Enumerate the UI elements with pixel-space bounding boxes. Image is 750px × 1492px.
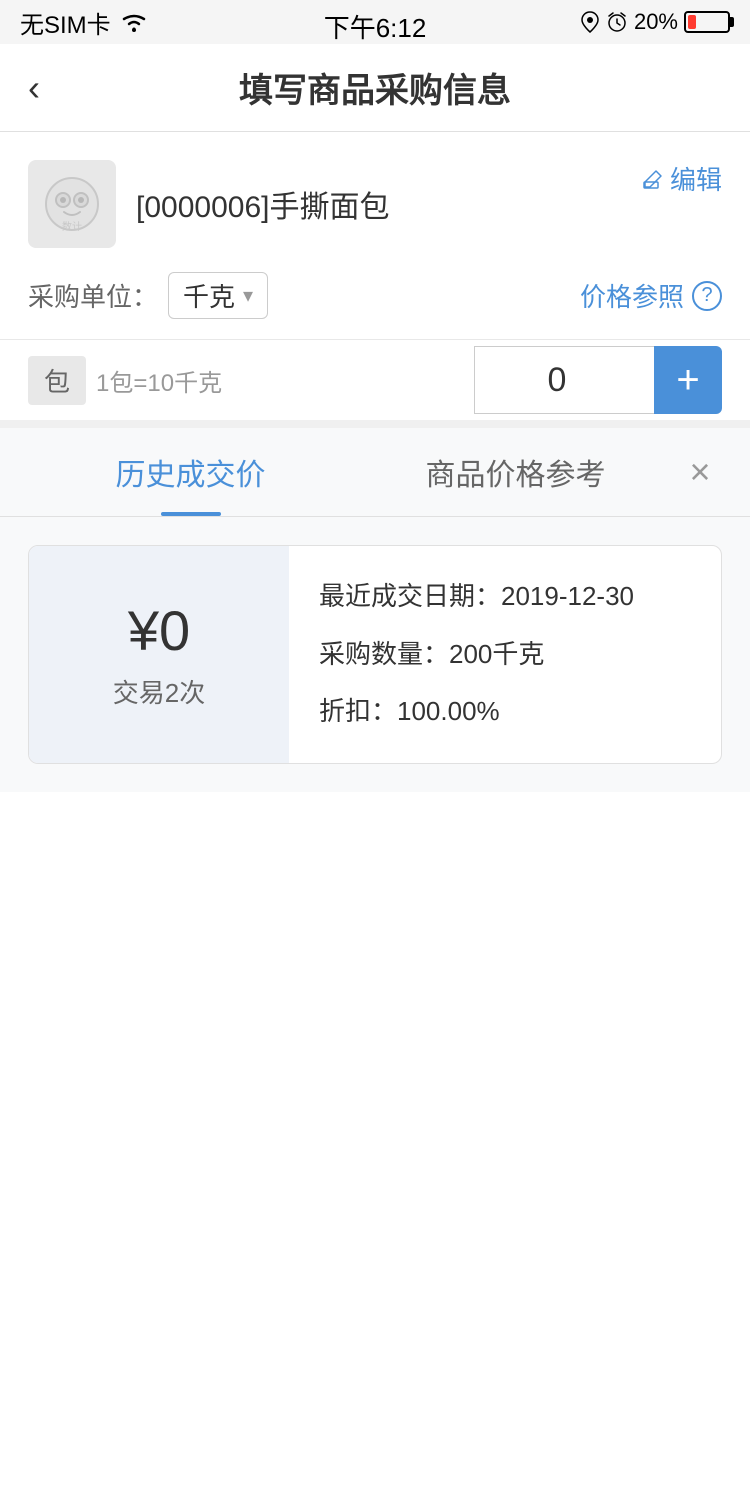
edit-button[interactable]: 编辑 (642, 160, 722, 197)
nav-bar: ‹ 填写商品采购信息 (0, 44, 750, 132)
tab-product-label: 商品价格参考 (426, 450, 606, 494)
product-left: 数计 [0000006]手撕面包 (28, 160, 389, 248)
status-right: 20% (580, 9, 730, 35)
price-discount-row: 折扣：100.00% (319, 691, 691, 733)
alarm-icon (606, 11, 628, 33)
price-amount: ¥0 (128, 598, 190, 663)
page-title: 填写商品采购信息 (239, 63, 511, 112)
location-icon (580, 11, 600, 33)
product-id: [0000006] (136, 191, 269, 224)
price-ref-label: 价格参照 (580, 277, 684, 314)
price-card-left: ¥0 交易2次 (29, 546, 289, 763)
tabs-section: 历史成交价 商品价格参考 × (0, 428, 750, 517)
price-card-right: 最近成交日期：2019-12-30 采购数量：200千克 折扣：100.00% (289, 546, 721, 763)
product-title: 手撕面包 (269, 191, 389, 224)
quantity-controls: + (474, 346, 722, 414)
price-ref-circle-icon: ? (692, 281, 722, 311)
price-value: 0 (159, 599, 190, 662)
unit-dropdown-arrow: ▾ (243, 283, 253, 308)
tab-active-indicator (161, 512, 221, 516)
bottom-space (0, 792, 750, 1492)
purchase-quantity-label: 采购数量： (319, 639, 449, 669)
product-name: [0000006]手撕面包 (136, 182, 389, 226)
unit-label: 采购单位： (28, 277, 158, 314)
wifi-icon (119, 11, 149, 33)
price-recent-date-row: 最近成交日期：2019-12-30 (319, 576, 691, 618)
tab-product-price[interactable]: 商品价格参考 (353, 428, 678, 516)
quantity-section: 包 1包=10千克 + (0, 340, 750, 428)
price-ref-button[interactable]: 价格参照 ? (580, 277, 722, 314)
back-button[interactable]: ‹ (28, 67, 40, 109)
unit-badge: 包 (28, 356, 86, 405)
unit-conversion: 1包=10千克 (96, 363, 222, 398)
currency-symbol: ¥ (128, 599, 159, 662)
unit-value: 千克 (183, 277, 235, 314)
product-unit-row: 采购单位： 千克 ▾ 价格参照 ? (28, 272, 722, 319)
discount-value: 100.00% (397, 696, 500, 726)
purchase-quantity-value: 200千克 (449, 639, 544, 669)
quantity-input[interactable] (474, 346, 654, 414)
unit-selector[interactable]: 千克 ▾ (168, 272, 268, 319)
edit-icon (642, 168, 664, 190)
status-time: 下午6:12 (324, 8, 427, 45)
status-carrier: 无SIM卡 (20, 5, 149, 40)
plus-icon: + (676, 360, 699, 400)
recent-date-label: 最近成交日期： (319, 581, 501, 611)
price-transactions: 交易2次 (113, 673, 205, 710)
discount-label: 折扣： (319, 696, 397, 726)
battery-percent: 20% (634, 9, 678, 35)
carrier-text: 无SIM卡 (20, 5, 111, 40)
unit-row-left: 采购单位： 千克 ▾ (28, 272, 268, 319)
cards-section: ¥0 交易2次 最近成交日期：2019-12-30 采购数量：200千克 折扣：… (0, 517, 750, 792)
tab-history-label: 历史成交价 (116, 450, 266, 494)
product-logo-icon: 数计 (42, 174, 102, 234)
tab-history-price[interactable]: 历史成交价 (28, 428, 353, 516)
status-bar: 无SIM卡 下午6:12 20% (0, 0, 750, 44)
battery-icon (684, 11, 730, 33)
tabs-header: 历史成交价 商品价格参考 × (0, 428, 750, 516)
quantity-plus-button[interactable]: + (654, 346, 722, 414)
price-card: ¥0 交易2次 最近成交日期：2019-12-30 采购数量：200千克 折扣：… (28, 545, 722, 764)
product-header: 数计 [0000006]手撕面包 编辑 (28, 160, 722, 248)
price-quantity-row: 采购数量：200千克 (319, 634, 691, 676)
product-thumbnail: 数计 (28, 160, 116, 248)
recent-date-value: 2019-12-30 (501, 581, 634, 611)
battery-fill (688, 15, 696, 29)
edit-label: 编辑 (670, 160, 722, 197)
svg-text:数计: 数计 (62, 220, 82, 233)
quantity-unit-info: 包 1包=10千克 (28, 356, 222, 405)
tabs-close-button[interactable]: × (678, 450, 722, 494)
product-section: 数计 [0000006]手撕面包 编辑 采购单位： 千克 ▾ 价格参照 ? (0, 132, 750, 340)
